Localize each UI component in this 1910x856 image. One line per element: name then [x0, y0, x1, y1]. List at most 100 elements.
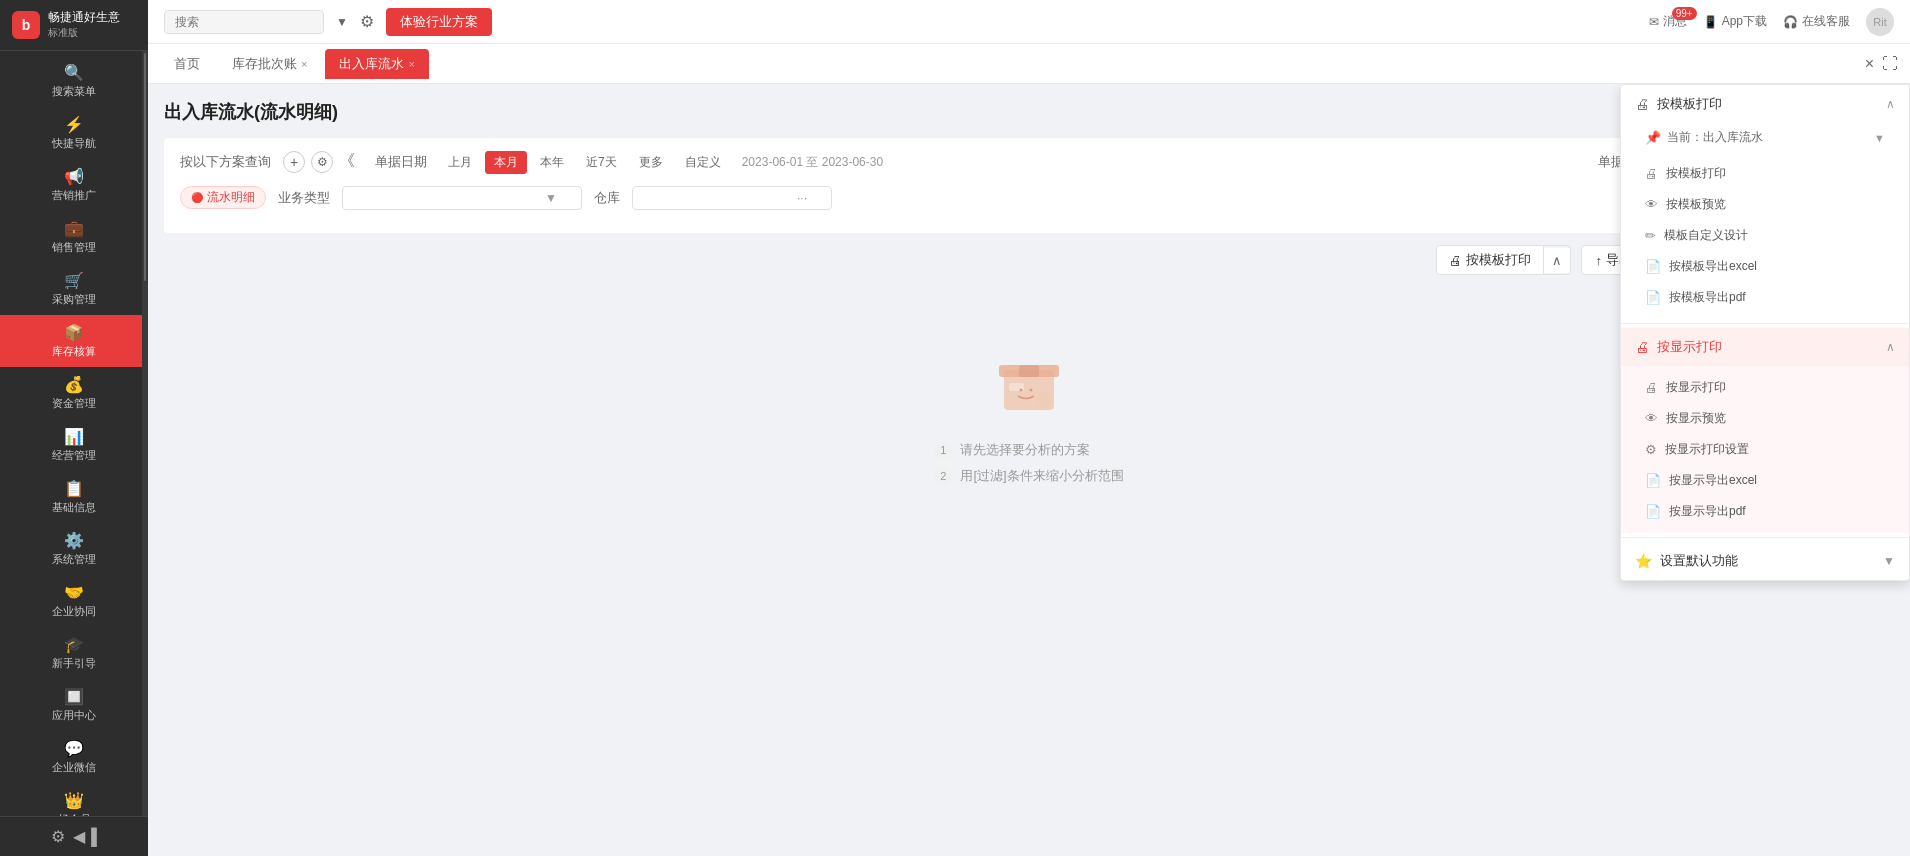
sidebar: b 畅捷通好生意 标准版 🔍 搜索菜单 ⚡ 快捷导航 📢 营销推广 💼 销售管理 — [0, 0, 148, 856]
online-service-label: 在线客服 — [1802, 13, 1850, 30]
display-excel-icon: 📄 — [1645, 473, 1661, 488]
top-header: ▼ ⚙ 体验行业方案 ✉ 消息 99+ 📱 App下载 🎧 在线客服 Rit — [148, 0, 1910, 44]
sidebar-item-base-info[interactable]: 📋 基础信息 — [0, 471, 148, 523]
template-custom-item[interactable]: ✏ 模板自定义设计 — [1621, 220, 1909, 251]
filter-collapse-button[interactable]: 《 — [339, 151, 355, 173]
sidebar-item-sales[interactable]: 💼 销售管理 — [0, 211, 148, 263]
current-template-label: 📌 当前：出入库流水 ▼ — [1621, 123, 1909, 152]
sidebar-item-finance[interactable]: 💰 资金管理 — [0, 367, 148, 419]
sidebar-item-guide[interactable]: 🎓 新手引导 — [0, 627, 148, 679]
marketing-icon: 📢 — [64, 167, 84, 186]
cooperation-icon: 🤝 — [64, 583, 84, 602]
sidebar-item-operations[interactable]: 📊 经营管理 — [0, 419, 148, 471]
set-default-chevron: ▼ — [1883, 554, 1895, 568]
template-custom-icon: ✏ — [1645, 228, 1656, 243]
sidebar-item-vip[interactable]: 👑 畅会员 — [0, 783, 148, 816]
template-print-item[interactable]: 🖨 按模板打印 — [1621, 158, 1909, 189]
empty-illustration — [989, 345, 1069, 425]
sidebar-item-purchase[interactable]: 🛒 采购管理 — [0, 263, 148, 315]
tab-flow[interactable]: 出入库流水 × — [325, 49, 428, 79]
set-default-section[interactable]: ⭐ 设置默认功能 ▼ — [1621, 542, 1909, 580]
collapse-sidebar-icon[interactable]: ◀▐ — [73, 827, 96, 846]
template-print-section-header[interactable]: 🖨 按模板打印 ∧ — [1621, 85, 1909, 123]
current-chevron: ▼ — [1874, 132, 1885, 144]
logo-icon: b — [12, 11, 40, 39]
tab-home[interactable]: 首页 — [160, 49, 214, 79]
close-all-tabs-button[interactable]: × — [1865, 55, 1874, 73]
display-print-item[interactable]: 🖨 按显示打印 — [1621, 372, 1909, 403]
display-export-pdf-label: 按显示导出pdf — [1669, 503, 1746, 520]
template-export-pdf-item[interactable]: 📄 按模板导出pdf — [1621, 282, 1909, 313]
sidebar-item-search[interactable]: 🔍 搜索菜单 — [0, 55, 148, 107]
warehouse-select[interactable]: ··· — [632, 186, 832, 210]
print-label: 按模板打印 — [1466, 251, 1531, 269]
set-default-label: 设置默认功能 — [1660, 552, 1738, 570]
template-print-item-label: 按模板打印 — [1666, 165, 1726, 182]
sidebar-item-app-center[interactable]: 🔲 应用中心 — [0, 679, 148, 731]
header-dropdown-btn[interactable]: ▼ — [336, 15, 348, 29]
filter-settings-button[interactable]: ⚙ — [311, 151, 333, 173]
expand-tab-button[interactable]: ⛶ — [1882, 55, 1898, 73]
app-download-button[interactable]: 📱 App下载 — [1703, 13, 1767, 30]
search-icon: 🔍 — [64, 63, 84, 82]
settings-bottom-icon[interactable]: ⚙ — [51, 827, 65, 846]
page-area: 出入库流水(流水明细) 按以下方案查询 + ⚙ 《 单据日期 上月 本月 本年 … — [148, 84, 1910, 856]
sidebar-item-system[interactable]: ⚙️ 系统管理 — [0, 523, 148, 575]
template-preview-item[interactable]: 👁 按模板预览 — [1621, 189, 1909, 220]
set-default-icon: ⭐ — [1635, 553, 1652, 569]
tab-batch-close[interactable]: × — [301, 58, 307, 70]
print-main-button[interactable]: 🖨 按模板打印 — [1437, 246, 1544, 274]
print-dropdown-button[interactable]: ∧ — [1544, 248, 1570, 273]
display-print-section-header[interactable]: 🖨 按显示打印 ∧ — [1621, 328, 1909, 366]
online-service-button[interactable]: 🎧 在线客服 — [1783, 13, 1850, 30]
trial-button[interactable]: 体验行业方案 — [386, 8, 492, 36]
display-print-settings-icon: ⚙ — [1645, 442, 1657, 457]
print-dropdown-panel: 🖨 按模板打印 ∧ 📌 当前：出入库流水 ▼ 🖨 按模板打印 — [1620, 84, 1910, 581]
date-7days[interactable]: 近7天 — [577, 151, 626, 174]
print-arrow-icon: ∧ — [1552, 253, 1562, 268]
svg-point-3 — [1036, 392, 1052, 408]
empty-step-2: 2 用[过滤]条件来缩小分析范围 — [934, 467, 1123, 485]
tab-flow-close[interactable]: × — [408, 58, 414, 70]
date-current-month[interactable]: 本月 — [485, 151, 527, 174]
date-filter: 上月 本月 本年 近7天 更多 自定义 — [439, 151, 730, 174]
display-preview-item[interactable]: 👁 按显示预览 — [1621, 403, 1909, 434]
sidebar-item-marketing[interactable]: 📢 营销推广 — [0, 159, 148, 211]
app-logo: b 畅捷通好生意 标准版 — [0, 0, 148, 51]
message-button[interactable]: ✉ 消息 99+ — [1649, 13, 1687, 30]
display-export-pdf-item[interactable]: 📄 按显示导出pdf — [1621, 496, 1909, 527]
date-more[interactable]: 更多 — [630, 151, 672, 174]
filter-actions: + ⚙ 《 — [283, 151, 355, 173]
operations-icon: 📊 — [64, 427, 84, 446]
display-print-section-icon: 🖨 — [1635, 339, 1649, 355]
svg-point-6 — [1030, 389, 1033, 392]
template-custom-label: 模板自定义设计 — [1664, 227, 1748, 244]
phone-icon: 📱 — [1703, 15, 1718, 29]
flow-tag[interactable]: 🔴 流水明细 — [180, 186, 266, 209]
user-avatar[interactable]: Rit — [1866, 8, 1894, 36]
dropdown-scroll-area: 🖨 按模板打印 ∧ 📌 当前：出入库流水 ▼ 🖨 按模板打印 — [1621, 85, 1909, 580]
display-print-settings-item[interactable]: ⚙ 按显示打印设置 — [1621, 434, 1909, 465]
date-prev-month[interactable]: 上月 — [439, 151, 481, 174]
sidebar-item-quick-nav[interactable]: ⚡ 快捷导航 — [0, 107, 148, 159]
sidebar-item-cooperation[interactable]: 🤝 企业协同 — [0, 575, 148, 627]
print-button-group: 🖨 按模板打印 ∧ — [1436, 245, 1571, 275]
filter-add-button[interactable]: + — [283, 151, 305, 173]
biz-type-select[interactable]: ▼ — [342, 186, 582, 210]
display-export-excel-label: 按显示导出excel — [1669, 472, 1757, 489]
tab-batch[interactable]: 库存批次账 × — [218, 49, 321, 79]
sidebar-bottom: ⚙ ◀▐ — [0, 816, 148, 856]
date-current-year[interactable]: 本年 — [531, 151, 573, 174]
template-preview-label: 按模板预览 — [1666, 196, 1726, 213]
export-icon: ↑ — [1596, 253, 1603, 268]
current-icon: 📌 — [1645, 130, 1661, 145]
sidebar-item-wechat[interactable]: 💬 企业微信 — [0, 731, 148, 783]
display-export-excel-item[interactable]: 📄 按显示导出excel — [1621, 465, 1909, 496]
sidebar-item-inventory[interactable]: 📦 库存核算 — [0, 315, 148, 367]
current-template-text: 当前：出入库流水 — [1667, 129, 1763, 146]
template-export-excel-item[interactable]: 📄 按模板导出excel — [1621, 251, 1909, 282]
header-search-input[interactable] — [164, 10, 324, 34]
date-custom[interactable]: 自定义 — [676, 151, 730, 174]
display-print-items: 🖨 按显示打印 👁 按显示预览 ⚙ 按显示打印设置 📄 按显示导出excel — [1621, 366, 1909, 533]
header-gear-icon[interactable]: ⚙ — [360, 12, 374, 31]
